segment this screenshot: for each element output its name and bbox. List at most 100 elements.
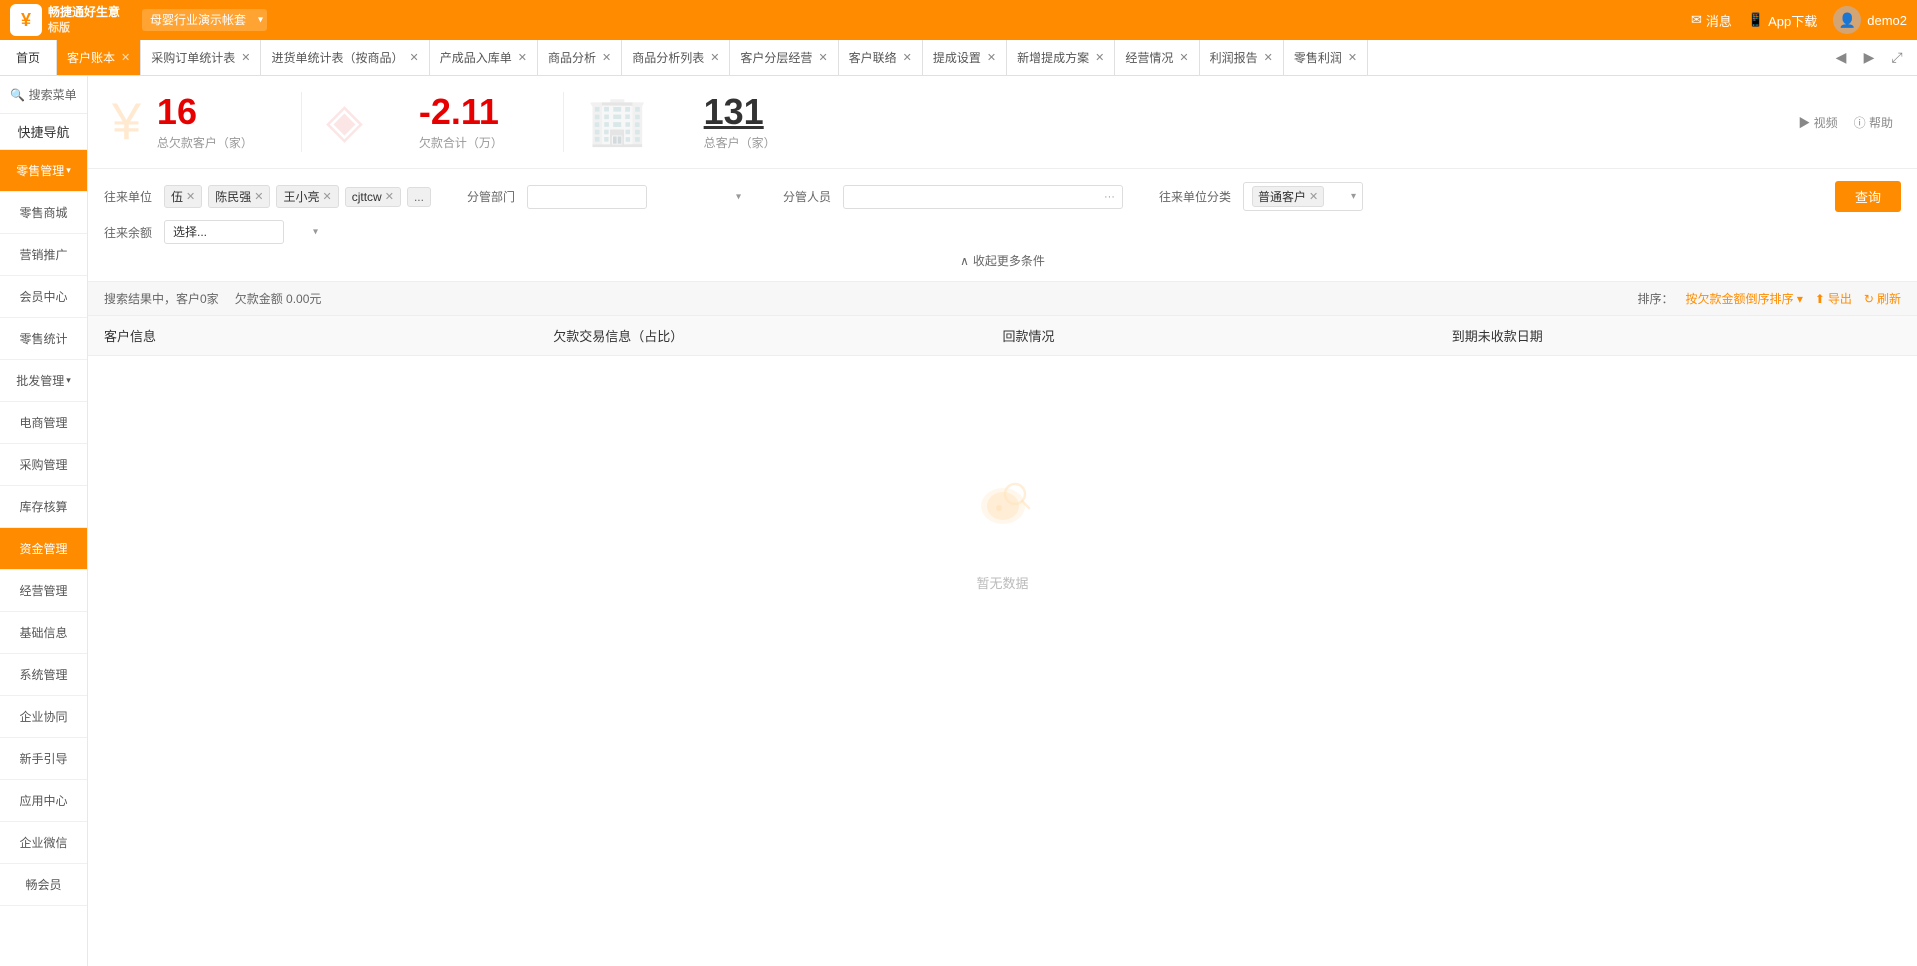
tab-customer-book[interactable]: 客户账本 ✕ bbox=[57, 40, 141, 76]
col-due-date: 到期未收款日期 bbox=[1452, 326, 1901, 345]
tab-purchase-order-stat[interactable]: 采购订单统计表 ✕ bbox=[141, 40, 261, 76]
unit-category-wrap[interactable]: 普通客户 ✕ ▾ bbox=[1243, 182, 1363, 211]
tab-product-stock-in[interactable]: 产成品入库单 ✕ bbox=[430, 40, 538, 76]
tab-close-customer-book[interactable]: ✕ bbox=[121, 51, 130, 64]
sidebar-item-ecommerce[interactable]: 电商管理 bbox=[0, 402, 87, 444]
app-download-btn[interactable]: 📱 App下载 bbox=[1748, 11, 1817, 30]
sidebar-item-retail-mgmt[interactable]: 零售管理 ▾ bbox=[0, 150, 87, 192]
tab-purchase-goods-stat[interactable]: 进货单统计表（按商品） ✕ bbox=[261, 40, 429, 76]
export-btn[interactable]: ⬆ 导出 bbox=[1815, 290, 1852, 307]
tab-close-product-stock[interactable]: ✕ bbox=[518, 51, 527, 64]
tab-expand-btn[interactable]: ⤢ bbox=[1885, 46, 1909, 70]
tab-next-btn[interactable]: ▶ bbox=[1857, 46, 1881, 70]
sidebar-item-basic-info[interactable]: 基础信息 bbox=[0, 612, 87, 654]
sidebar-item-wholesale-mgmt[interactable]: 批发管理 ▾ bbox=[0, 360, 87, 402]
balance-select[interactable]: 选择... bbox=[164, 220, 284, 244]
tab-close-goods-analysis[interactable]: ✕ bbox=[602, 51, 611, 64]
result-bar-right: 排序： 按欠款金额倒序排序 ▾ ⬆ 导出 ↻ 刷新 bbox=[1637, 290, 1901, 307]
sidebar-search[interactable]: 🔍 搜索菜单 bbox=[0, 76, 87, 114]
tag-close-wang[interactable]: ✕ bbox=[323, 190, 332, 203]
refresh-btn[interactable]: ↻ 刷新 bbox=[1864, 290, 1901, 307]
sort-label: 排序： bbox=[1637, 290, 1673, 307]
tab-close-purchase-goods[interactable]: ✕ bbox=[410, 51, 419, 64]
tab-close-profit-report[interactable]: ✕ bbox=[1264, 51, 1273, 64]
person-input[interactable] bbox=[843, 185, 1123, 209]
sidebar-item-newbie-guide[interactable]: 新手引导 bbox=[0, 738, 87, 780]
collapse-row: ∧ 收起更多条件 bbox=[104, 252, 1901, 269]
filter-tag-chen[interactable]: 陈民强 ✕ bbox=[208, 185, 270, 208]
collapse-btn[interactable]: ∧ 收起更多条件 bbox=[960, 252, 1045, 269]
industry-select[interactable]: 母婴行业演示帐套 bbox=[142, 9, 267, 31]
empty-text: 暂无数据 bbox=[976, 573, 1028, 592]
tag-close-chen[interactable]: ✕ bbox=[254, 190, 263, 203]
sidebar-item-system-mgmt[interactable]: 系统管理 bbox=[0, 654, 87, 696]
sort-by-debt-btn[interactable]: 按欠款金额倒序排序 ▾ bbox=[1685, 290, 1802, 307]
tab-business-status[interactable]: 经营情况 ✕ bbox=[1115, 40, 1199, 76]
tab-actions: ◀ ▶ ⤢ bbox=[1821, 46, 1917, 70]
empty-illustration bbox=[963, 456, 1043, 553]
dept-select-wrap[interactable] bbox=[527, 185, 747, 209]
message-btn[interactable]: ✉ 消息 bbox=[1691, 11, 1732, 30]
tab-close-purchase-order[interactable]: ✕ bbox=[241, 51, 250, 64]
tab-profit-report[interactable]: 利润报告 ✕ bbox=[1200, 40, 1284, 76]
sidebar-item-business-mgmt[interactable]: 经营管理 bbox=[0, 570, 87, 612]
table-header: 客户信息 欠款交易信息（占比） 回款情况 到期未收款日期 bbox=[88, 316, 1917, 356]
sidebar-item-chang-member[interactable]: 畅会员 bbox=[0, 864, 87, 906]
industry-selector-wrap[interactable]: 母婴行业演示帐套 ▾ bbox=[142, 9, 267, 31]
chevron-down-icon: ▾ bbox=[66, 165, 71, 176]
video-btn[interactable]: ▶ 视频 bbox=[1798, 114, 1837, 131]
unit-category-tag-val: 普通客户 ✕ bbox=[1252, 186, 1324, 207]
tab-close-customer-layer[interactable]: ✕ bbox=[818, 51, 827, 64]
tab-customer-contact[interactable]: 客户联络 ✕ bbox=[839, 40, 923, 76]
tab-close-goods-analysis-list[interactable]: ✕ bbox=[710, 51, 719, 64]
tab-customer-layer[interactable]: 客户分层经营 ✕ bbox=[730, 40, 838, 76]
tab-close-business-status[interactable]: ✕ bbox=[1179, 51, 1188, 64]
sidebar-item-retail-mall[interactable]: 零售商城 bbox=[0, 192, 87, 234]
filter-tag-wu[interactable]: 伍 ✕ bbox=[164, 185, 202, 208]
balance-select-wrap[interactable]: 选择... bbox=[164, 220, 324, 244]
tab-close-add-commission[interactable]: ✕ bbox=[1095, 51, 1104, 64]
filter-row-1: 往来单位 伍 ✕ 陈民强 ✕ 王小亮 ✕ bbox=[104, 181, 1901, 212]
help-btn[interactable]: ⓘ 帮助 bbox=[1854, 114, 1893, 131]
sidebar-item-inventory[interactable]: 库存核算 bbox=[0, 486, 87, 528]
tab-prev-btn[interactable]: ◀ bbox=[1829, 46, 1853, 70]
tab-add-commission[interactable]: 新增提成方案 ✕ bbox=[1007, 40, 1115, 76]
sidebar-item-purchase[interactable]: 采购管理 bbox=[0, 444, 87, 486]
stat-debt-customers: 16 总欠款客户（家） bbox=[157, 94, 253, 151]
nav-tabs-bar: 首页 客户账本 ✕ 采购订单统计表 ✕ 进货单统计表（按商品） ✕ 产成品入库单… bbox=[0, 40, 1917, 76]
col-customer-info: 客户信息 bbox=[104, 326, 553, 345]
logo-text: 畅捷通好生意 标版 bbox=[48, 5, 120, 35]
sidebar-item-retail-stats[interactable]: 零售统计 bbox=[0, 318, 87, 360]
sidebar-item-marketing[interactable]: 营销推广 bbox=[0, 234, 87, 276]
unit-category-tag-close[interactable]: ✕ bbox=[1309, 190, 1318, 203]
tab-close-customer-contact[interactable]: ✕ bbox=[903, 51, 912, 64]
tab-commission-settings[interactable]: 提成设置 ✕ bbox=[923, 40, 1007, 76]
sidebar-item-fund-mgmt[interactable]: 资金管理 bbox=[0, 528, 87, 570]
tab-close-commission[interactable]: ✕ bbox=[987, 51, 996, 64]
stat-debt-total: -2.11 欠款合计（万） bbox=[419, 94, 503, 151]
person-input-wrap[interactable]: ··· bbox=[843, 185, 1123, 209]
table-empty-state: 暂无数据 bbox=[88, 356, 1917, 692]
download-icon: 📱 bbox=[1748, 12, 1764, 28]
sidebar-quick-nav[interactable]: 快捷导航 bbox=[0, 114, 87, 150]
query-button[interactable]: 查询 bbox=[1835, 181, 1901, 212]
unit-label: 往来单位 bbox=[104, 188, 152, 205]
tab-goods-analysis-list[interactable]: 商品分析列表 ✕ bbox=[622, 40, 730, 76]
tab-close-retail-profit[interactable]: ✕ bbox=[1348, 51, 1357, 64]
filter-tag-more[interactable]: ... bbox=[407, 187, 431, 207]
tag-close-cjttcw[interactable]: ✕ bbox=[385, 190, 394, 203]
sidebar-item-enterprise-collab[interactable]: 企业协同 bbox=[0, 696, 87, 738]
tab-retail-profit[interactable]: 零售利润 ✕ bbox=[1284, 40, 1368, 76]
sidebar-item-app-center[interactable]: 应用中心 bbox=[0, 780, 87, 822]
filter-tag-wang[interactable]: 王小亮 ✕ bbox=[276, 185, 338, 208]
sidebar-item-member-center[interactable]: 会员中心 bbox=[0, 276, 87, 318]
user-menu-btn[interactable]: 👤 demo2 bbox=[1833, 6, 1907, 34]
dept-select[interactable] bbox=[527, 185, 647, 209]
filter-tag-cjttcw[interactable]: cjttcw ✕ bbox=[345, 187, 401, 207]
balance-label: 往来余额 bbox=[104, 224, 152, 241]
sidebar-item-enterprise-wechat[interactable]: 企业微信 bbox=[0, 822, 87, 864]
tab-home[interactable]: 首页 bbox=[0, 40, 57, 76]
unit-category-label: 往来单位分类 bbox=[1159, 188, 1231, 205]
tab-goods-analysis[interactable]: 商品分析 ✕ bbox=[538, 40, 622, 76]
tag-close-wu[interactable]: ✕ bbox=[186, 190, 195, 203]
